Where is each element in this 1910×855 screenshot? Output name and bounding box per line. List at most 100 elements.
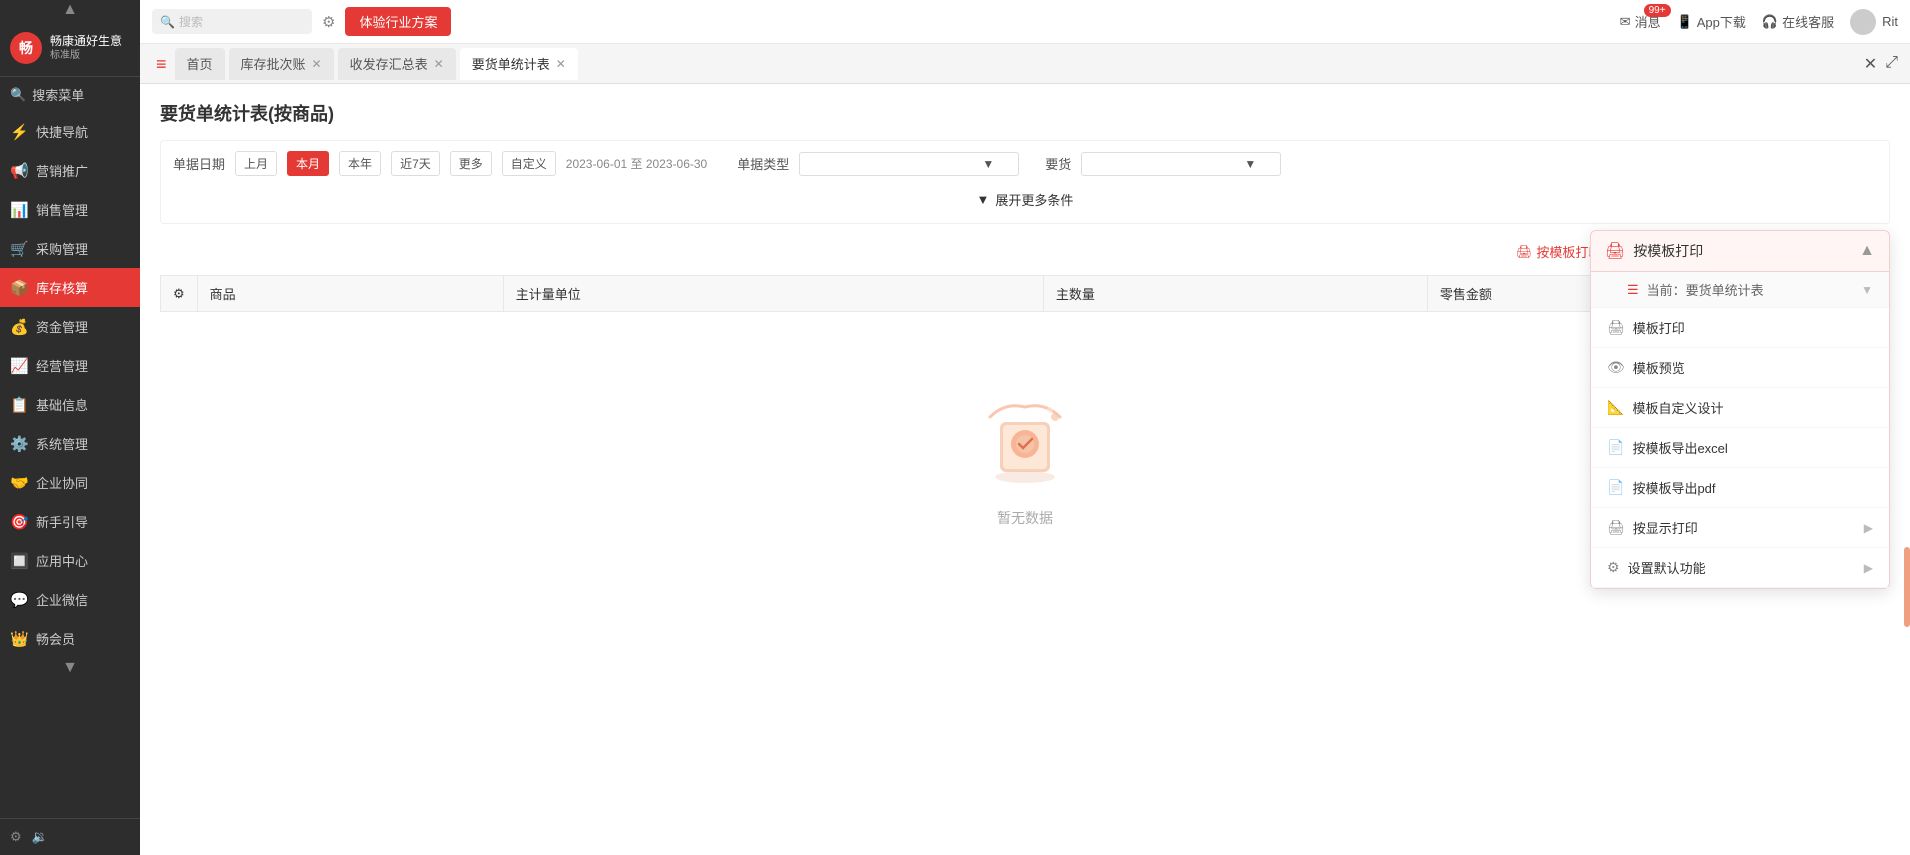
empty-icon — [975, 392, 1075, 492]
message-btn[interactable]: ✉ 消息 99+ — [1620, 12, 1661, 31]
scrollbar-right[interactable] — [1904, 547, 1910, 627]
dropdown-close-btn[interactable]: ▲ — [1859, 242, 1875, 260]
sidebar-item-operations[interactable]: 📈 经营管理 — [0, 346, 140, 385]
order-status-arrow: ▼ — [1244, 157, 1256, 171]
tabbar: ≡ 首页 库存批次账 ✕ 收发存汇总表 ✕ 要货单统计表 ✕ ✕ ⤢ — [140, 44, 1910, 84]
display-print-arrow: ▶ — [1864, 521, 1873, 535]
dropdown-item-left-template-design: 📐 模板自定义设计 — [1607, 398, 1723, 417]
sidebar-item-finance[interactable]: 💰 资金管理 — [0, 307, 140, 346]
date-btn-more[interactable]: 更多 — [450, 151, 492, 176]
type-label: 单据类型 — [737, 154, 789, 173]
empty-text: 暂无数据 — [997, 508, 1053, 528]
dropdown-item-template-print[interactable]: 🖨 模板打印 — [1591, 308, 1889, 348]
app-logo-icon: 畅 — [10, 32, 42, 64]
tab-batch-account[interactable]: 库存批次账 ✕ — [229, 48, 334, 80]
topbar-gear-icon[interactable]: ⚙ — [322, 13, 335, 31]
topbar-left: 🔍 搜索 ⚙ 体验行业方案 — [152, 7, 451, 36]
app-name: 畅康通好生意 标准版 — [50, 34, 122, 63]
sidebar-item-guide[interactable]: 🎯 新手引导 — [0, 502, 140, 541]
tab-receipt-summary[interactable]: 收发存汇总表 ✕ — [338, 48, 456, 80]
dropdown-item-default-func[interactable]: ⚙ 设置默认功能 ▶ — [1591, 548, 1889, 588]
appstore-icon: 🔲 — [10, 552, 28, 570]
date-label: 单据日期 — [173, 154, 225, 173]
basics-icon: 📋 — [10, 396, 28, 414]
user-profile[interactable]: Rit — [1850, 9, 1898, 35]
window-controls: ✕ ⤢ — [1864, 54, 1898, 74]
sidebar-item-basics[interactable]: 📋 基础信息 — [0, 385, 140, 424]
member-icon: 👑 — [10, 630, 28, 648]
tab-order-stats[interactable]: 要货单统计表 ✕ — [460, 48, 578, 80]
template-design-icon: 📐 — [1607, 399, 1624, 416]
dropdown-item-left-template-excel: 📄 按模板导出excel — [1607, 438, 1728, 457]
tab-close-batch-account[interactable]: ✕ — [312, 57, 322, 71]
expand-conditions-row[interactable]: ▼ 展开更多条件 — [173, 186, 1877, 213]
sidebar-audio-icon[interactable]: 🔉 — [32, 829, 48, 845]
app-download-icon: 📱 — [1677, 14, 1693, 30]
tab-home[interactable]: 首页 — [175, 48, 225, 80]
industry-btn[interactable]: 体验行业方案 — [345, 7, 451, 36]
marketing-icon: 📢 — [10, 162, 28, 180]
sidebar-item-system[interactable]: ⚙️ 系统管理 — [0, 424, 140, 463]
sidebar-item-marketing[interactable]: 📢 营销推广 — [0, 151, 140, 190]
sidebar-item-sales[interactable]: 📊 销售管理 — [0, 190, 140, 229]
dropdown-item-template-preview[interactable]: 👁 模板预览 — [1591, 348, 1889, 388]
dropdown-header: 🖨 按模板打印 ▲ — [1591, 231, 1889, 272]
sidebar-scroll-up[interactable]: ▲ — [0, 0, 140, 20]
sidebar-item-quick-nav[interactable]: ⚡ 快捷导航 — [0, 112, 140, 151]
topbar-search-icon: 🔍 — [160, 15, 175, 29]
sidebar-scroll-down[interactable]: ▼ — [0, 658, 140, 678]
topbar-search[interactable]: 🔍 搜索 — [152, 9, 312, 34]
dropdown-current-template[interactable]: ☰ 当前：要货单统计表 ▼ — [1591, 272, 1889, 308]
online-service-icon: 🎧 — [1762, 14, 1778, 30]
dropdown-item-display-print[interactable]: 🖨 按显示打印 ▶ — [1591, 508, 1889, 548]
order-type-filter-label: 要货 — [1045, 154, 1071, 173]
wechat-icon: 💬 — [10, 591, 28, 609]
finance-icon: 💰 — [10, 318, 28, 336]
filter-bar: 单据日期 上月 本月 本年 近7天 更多 自定义 2023-06-01 至 20… — [160, 140, 1890, 224]
date-btn-prev-month[interactable]: 上月 — [235, 151, 277, 176]
sidebar-item-member[interactable]: 👑 畅会员 — [0, 619, 140, 658]
current-template-arrow: ▼ — [1861, 283, 1873, 297]
sidebar-logo: 畅 畅康通好生意 标准版 — [0, 20, 140, 77]
sidebar-item-wechat[interactable]: 💬 企业微信 — [0, 580, 140, 619]
sidebar-item-purchase[interactable]: 🛒 采购管理 — [0, 229, 140, 268]
dropdown-item-left-template-print: 🖨 模板打印 — [1607, 318, 1685, 337]
dropdown-item-template-pdf[interactable]: 📄 按模板导出pdf — [1591, 468, 1889, 508]
template-preview-icon: 👁 — [1607, 359, 1625, 376]
dropdown-item-template-design[interactable]: 📐 模板自定义设计 — [1591, 388, 1889, 428]
dropdown-header-left: 🖨 按模板打印 — [1605, 241, 1703, 261]
type-select[interactable]: ▼ — [799, 152, 1019, 176]
message-icon: ✉ — [1620, 14, 1631, 30]
order-status-select[interactable]: ▼ — [1081, 152, 1281, 176]
date-btn-this-year[interactable]: 本年 — [339, 151, 381, 176]
display-print-icon: 🖨 — [1607, 519, 1625, 536]
date-btn-7days[interactable]: 近7天 — [391, 151, 440, 176]
sidebar-settings-icon[interactable]: ⚙ — [10, 829, 22, 845]
dropdown-print-icon: 🖨 — [1605, 241, 1625, 261]
dropdown-item-template-excel[interactable]: 📄 按模板导出excel — [1591, 428, 1889, 468]
sidebar-item-appstore[interactable]: 🔲 应用中心 — [0, 541, 140, 580]
dropdown-item-left-default-func: ⚙ 设置默认功能 — [1607, 558, 1706, 577]
date-btn-custom[interactable]: 自定义 — [502, 151, 556, 176]
window-close-icon[interactable]: ✕ — [1864, 54, 1877, 74]
type-select-arrow: ▼ — [982, 157, 994, 171]
col-qty: 主数量 — [1043, 276, 1427, 312]
sidebar-item-collab[interactable]: 🤝 企业协同 — [0, 463, 140, 502]
app-download-btn[interactable]: 📱 App下载 — [1677, 12, 1746, 31]
tab-expand-icon[interactable]: ≡ — [152, 48, 171, 80]
main-area: 🔍 搜索 ⚙ 体验行业方案 ✉ 消息 99+ 📱 App下载 🎧 在线客服 — [140, 0, 1910, 855]
tab-close-receipt-summary[interactable]: ✕ — [434, 57, 444, 71]
date-btn-this-month[interactable]: 本月 — [287, 151, 329, 176]
online-service-btn[interactable]: 🎧 在线客服 — [1762, 12, 1834, 31]
sidebar-item-inventory[interactable]: 📦 库存核算 — [0, 268, 140, 307]
topbar-right: ✉ 消息 99+ 📱 App下载 🎧 在线客服 Rit — [1620, 9, 1898, 35]
sidebar-search[interactable]: 🔍 搜索菜单 — [0, 77, 140, 112]
col-settings[interactable]: ⚙ — [161, 276, 198, 312]
page-content: 要货单统计表(按商品) 单据日期 上月 本月 本年 近7天 更多 自定义 202… — [140, 84, 1910, 855]
purchase-icon: 🛒 — [10, 240, 28, 258]
window-expand-icon[interactable]: ⤢ — [1885, 54, 1898, 74]
collab-icon: 🤝 — [10, 474, 28, 492]
col-unit: 主计量单位 — [503, 276, 1043, 312]
tab-close-order-stats[interactable]: ✕ — [556, 57, 566, 71]
guide-icon: 🎯 — [10, 513, 28, 531]
